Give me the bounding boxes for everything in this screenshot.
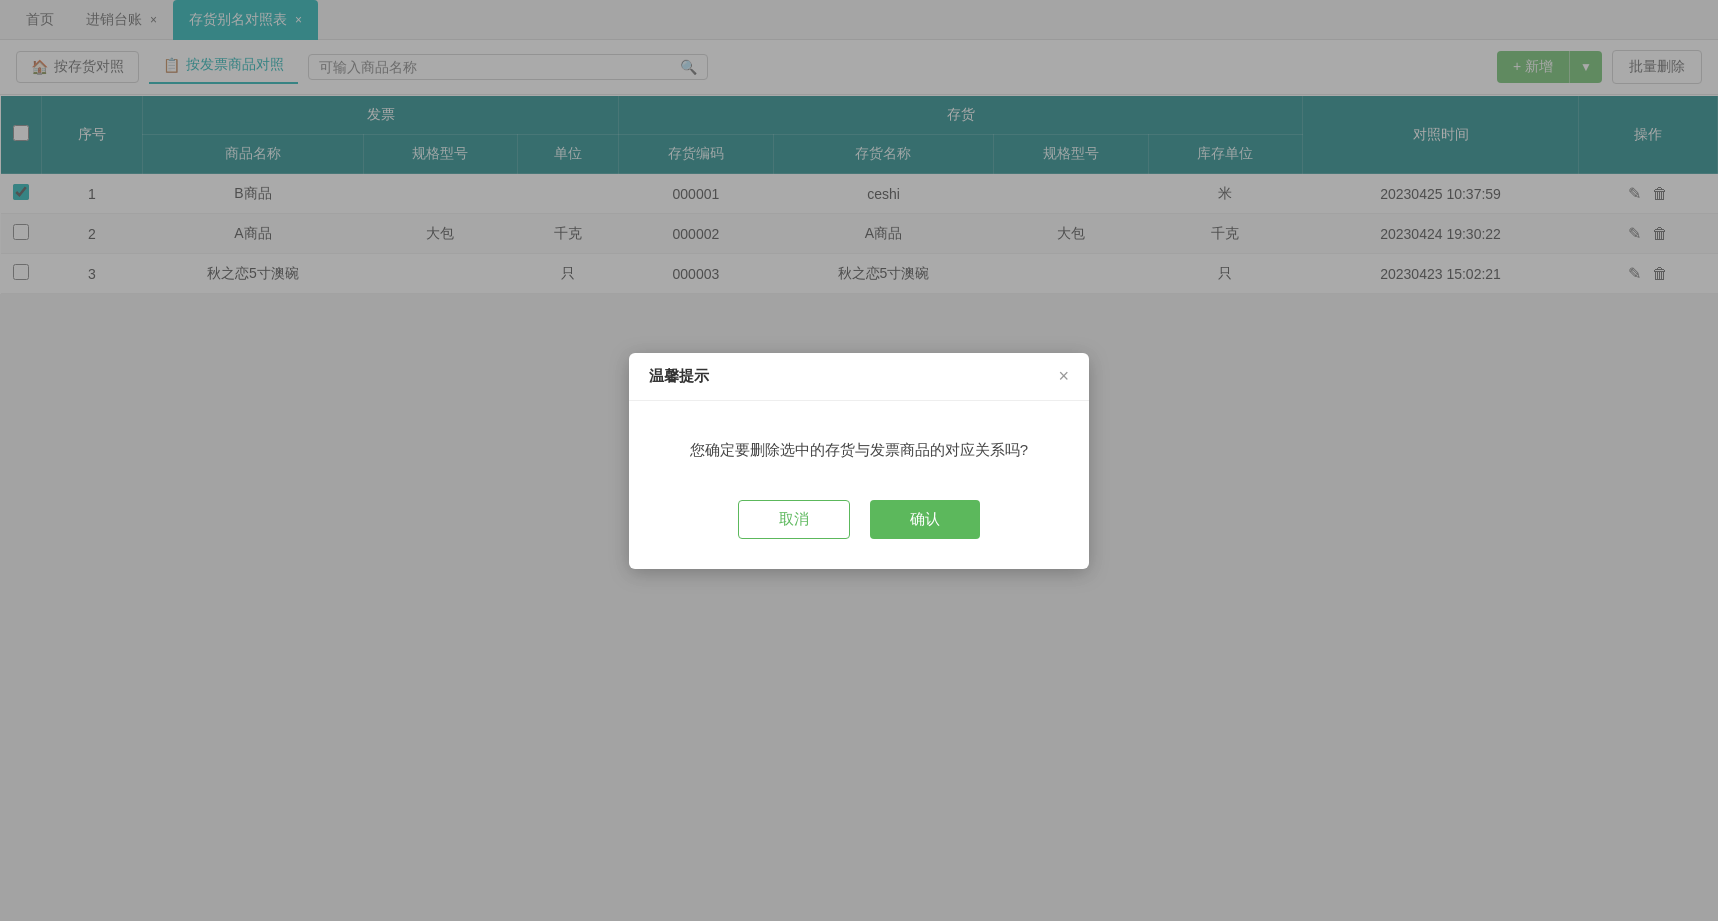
modal-overlay: 温馨提示 × 您确定要删除选中的存货与发票商品的对应关系吗? 取消 确认 bbox=[0, 0, 1718, 294]
